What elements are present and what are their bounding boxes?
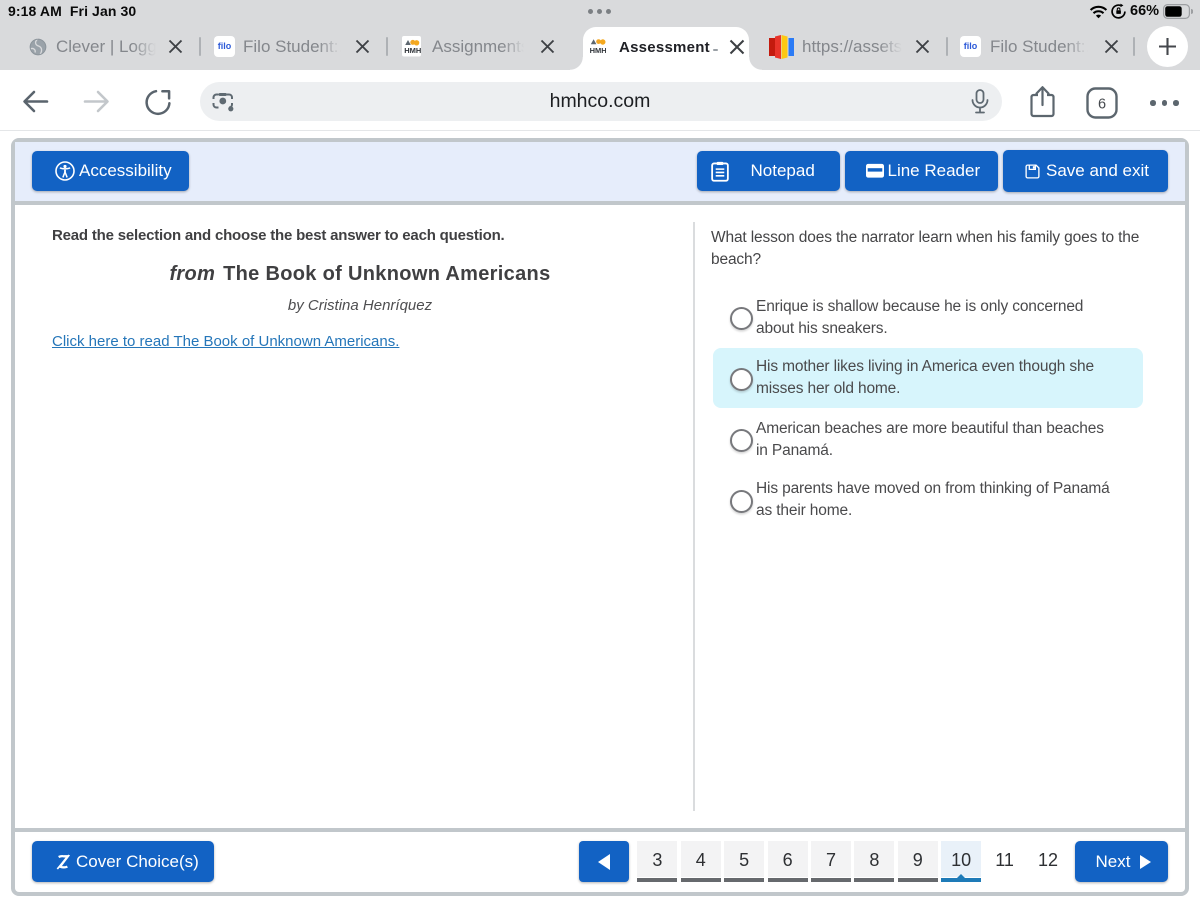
svg-text:6: 6: [1098, 97, 1106, 113]
svg-text:HMH: HMH: [404, 46, 421, 55]
svg-text:HMH: HMH: [590, 45, 606, 54]
